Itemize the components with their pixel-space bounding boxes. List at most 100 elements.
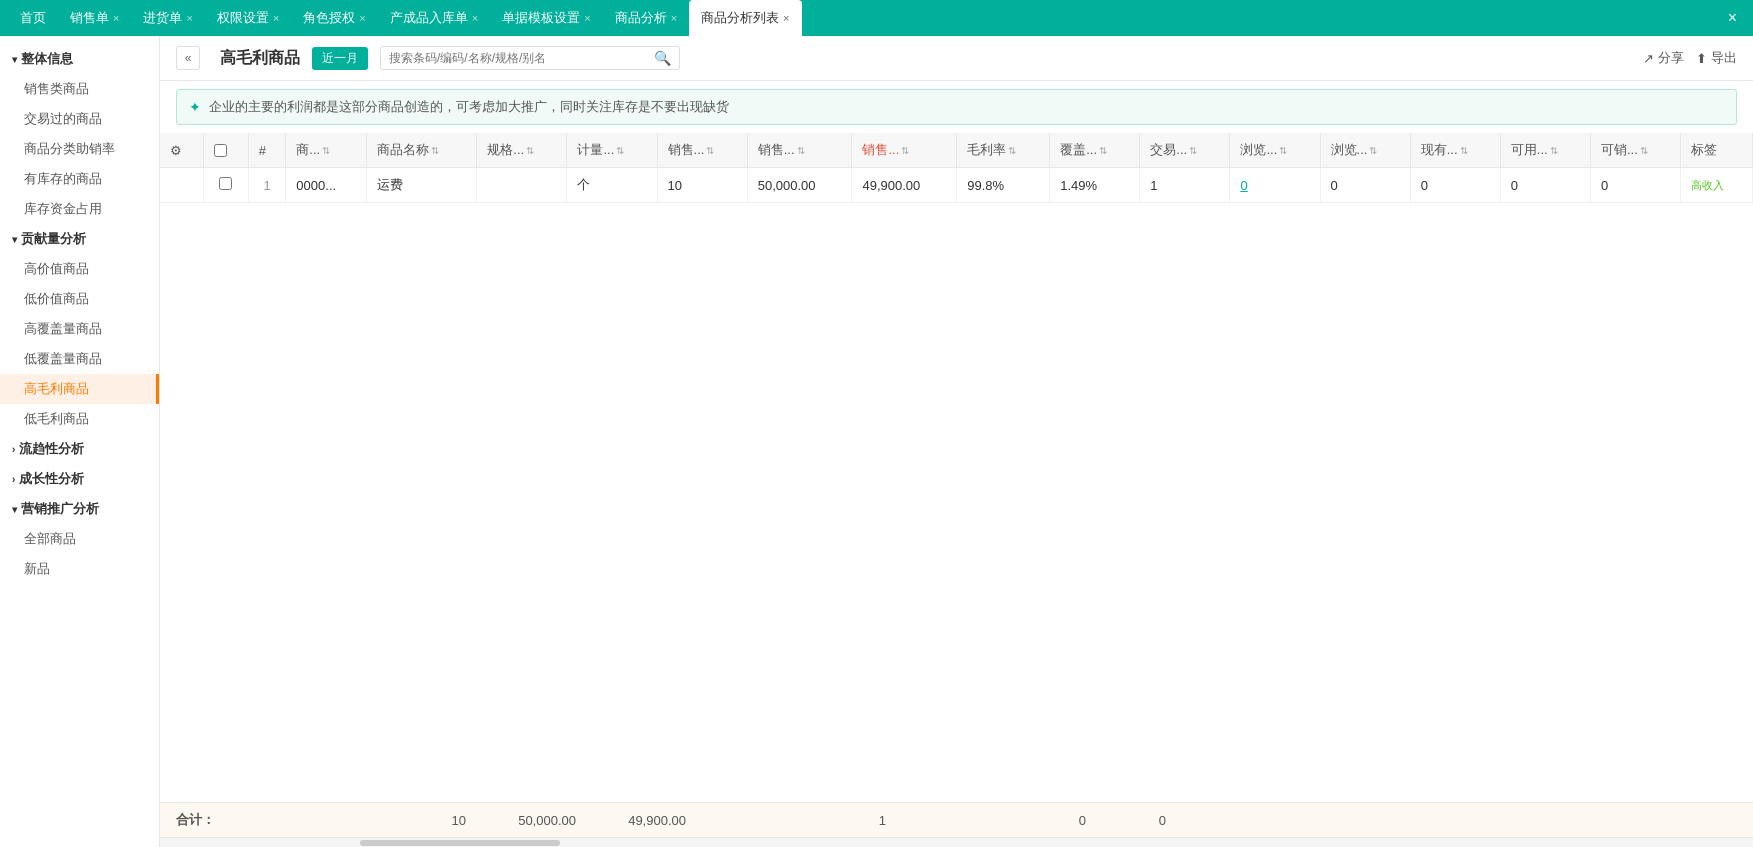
tab-analysis-list-close[interactable]: × (783, 12, 789, 24)
sort-icon-sales-qty: ⇅ (706, 145, 714, 156)
sort-icon-spec: ⇅ (526, 145, 534, 156)
col-available[interactable]: 可用...⇅ (1500, 133, 1590, 168)
col-unit[interactable]: 计量...⇅ (567, 133, 657, 168)
arrow-growth: › (12, 474, 15, 485)
row-settings (160, 168, 203, 203)
col-settings[interactable]: ⚙ (160, 133, 203, 168)
col-views2[interactable]: 浏览...⇅ (1320, 133, 1410, 168)
col-transactions[interactable]: 交易...⇅ (1140, 133, 1230, 168)
row-views2: 0 (1320, 168, 1410, 203)
collapse-sidebar-btn[interactable]: « (176, 46, 200, 70)
sort-icon-unit: ⇅ (616, 145, 624, 156)
export-button[interactable]: ⬆ 导出 (1696, 49, 1737, 67)
top-nav: 首页 销售单 × 进货单 × 权限设置 × 角色授权 × 产成品入库单 × 单据… (0, 0, 1753, 36)
row-code: 0000... (286, 168, 367, 203)
sort-icon-sales-profit: ⇅ (901, 145, 909, 156)
tab-permission[interactable]: 权限设置 × (205, 0, 291, 36)
tab-template[interactable]: 单据模板设置 × (490, 0, 602, 36)
row-tag: 高收入 (1681, 168, 1753, 203)
btn-recent[interactable]: 近一月 (312, 47, 368, 70)
row-gross-margin: 99.8% (957, 168, 1050, 203)
sort-icon-code: ⇅ (322, 145, 330, 156)
col-saleable[interactable]: 可销...⇅ (1590, 133, 1680, 168)
row-name: 运费 (367, 168, 477, 203)
sidebar-item-all-goods[interactable]: 全部商品 (0, 524, 159, 554)
sidebar-item-low-coverage[interactable]: 低覆盖量商品 (0, 344, 159, 374)
sidebar-item-sales-goods[interactable]: 销售类商品 (0, 74, 159, 104)
search-icon[interactable]: 🔍 (654, 50, 671, 66)
arrow-marketing: ▾ (12, 504, 17, 515)
tab-product-in[interactable]: 产成品入库单 × (378, 0, 490, 36)
row-stock: 0 (1410, 168, 1500, 203)
tab-purchase-close[interactable]: × (186, 12, 192, 24)
row-available: 0 (1500, 168, 1590, 203)
col-checkbox[interactable] (203, 133, 248, 168)
col-tag: 标签 (1681, 133, 1753, 168)
tab-purchase[interactable]: 进货单 × (131, 0, 204, 36)
sidebar-item-in-stock[interactable]: 有库存的商品 (0, 164, 159, 194)
sidebar-item-stock-capital[interactable]: 库存资金占用 (0, 194, 159, 224)
horizontal-scrollbar[interactable] (160, 837, 1753, 847)
col-coverage[interactable]: 覆盖...⇅ (1050, 133, 1140, 168)
tab-analysis-list[interactable]: 商品分析列表 × (689, 0, 801, 36)
footer-transactions: 1 (806, 813, 886, 828)
tab-role[interactable]: 角色授权 × (291, 0, 377, 36)
sidebar-item-low-value[interactable]: 低价值商品 (0, 284, 159, 314)
sort-icon-coverage: ⇅ (1099, 145, 1107, 156)
scrollbar-thumb[interactable] (360, 840, 560, 846)
sort-icon-gross-margin: ⇅ (1008, 145, 1016, 156)
footer-stock: 0 (1006, 813, 1086, 828)
sidebar-group-marketing[interactable]: ▾ 营销推广分析 (0, 494, 159, 524)
col-views1[interactable]: 浏览...⇅ (1230, 133, 1320, 168)
row-checkbox[interactable] (203, 168, 248, 203)
sidebar-group-growth[interactable]: › 成长性分析 (0, 464, 159, 494)
sidebar-group-general[interactable]: ▾ 整体信息 (0, 44, 159, 74)
row-sales-qty: 10 (657, 168, 747, 203)
arrow-general: ▾ (12, 54, 17, 65)
sidebar-item-low-margin[interactable]: 低毛利商品 (0, 404, 159, 434)
row-index: 1 (248, 168, 286, 203)
tab-home[interactable]: 首页 (8, 0, 58, 36)
col-code[interactable]: 商...⇅ (286, 133, 367, 168)
tab-permission-close[interactable]: × (273, 12, 279, 24)
info-icon: ✦ (189, 99, 201, 115)
col-stock[interactable]: 现有...⇅ (1410, 133, 1500, 168)
info-banner: ✦ 企业的主要的利润都是这部分商品创造的，可考虑加大推广，同时关注库存是不要出现… (176, 89, 1737, 125)
tab-role-close[interactable]: × (359, 12, 365, 24)
sidebar-item-high-coverage[interactable]: 高覆盖量商品 (0, 314, 159, 344)
footer-available: 0 (1086, 813, 1166, 828)
page-title: 高毛利商品 (220, 48, 300, 69)
sidebar-item-high-margin[interactable]: 高毛利商品 (0, 374, 159, 404)
col-name[interactable]: 商品名称⇅ (367, 133, 477, 168)
tab-sales-close[interactable]: × (113, 12, 119, 24)
search-input[interactable] (389, 51, 654, 65)
search-bar: 🔍 (380, 46, 680, 70)
tab-product-in-close[interactable]: × (472, 12, 478, 24)
share-icon: ↗ (1643, 51, 1654, 66)
sidebar-group-trend[interactable]: › 流趋性分析 (0, 434, 159, 464)
col-gross-margin[interactable]: 毛利率⇅ (957, 133, 1050, 168)
sidebar-item-traded-goods[interactable]: 交易过的商品 (0, 104, 159, 134)
col-sales-profit[interactable]: 销售...⇅ (852, 133, 957, 168)
tab-sales[interactable]: 销售单 × (58, 0, 131, 36)
col-sales-qty[interactable]: 销售...⇅ (657, 133, 747, 168)
select-all-checkbox[interactable] (214, 144, 227, 157)
row-views1: 0 (1230, 168, 1320, 203)
row-sales-amount: 50,000.00 (747, 168, 852, 203)
table-row: 1 0000... 运费 个 10 50,000.00 49,900.00 99… (160, 168, 1753, 203)
tab-analysis[interactable]: 商品分析 × (603, 0, 689, 36)
content-header: « 高毛利商品 近一月 🔍 ↗ 分享 ⬆ 导出 (160, 36, 1753, 81)
share-button[interactable]: ↗ 分享 (1643, 49, 1684, 67)
col-spec[interactable]: 规格...⇅ (477, 133, 567, 168)
sidebar-group-contribution[interactable]: ▾ 贡献量分析 (0, 224, 159, 254)
tab-template-close[interactable]: × (584, 12, 590, 24)
sort-icon-saleable: ⇅ (1640, 145, 1648, 156)
sidebar-item-high-value[interactable]: 高价值商品 (0, 254, 159, 284)
col-sales-amount[interactable]: 销售...⇅ (747, 133, 852, 168)
sidebar-item-new-goods[interactable]: 新品 (0, 554, 159, 584)
sidebar-item-category-rate[interactable]: 商品分类助销率 (0, 134, 159, 164)
tab-analysis-close[interactable]: × (671, 12, 677, 24)
sort-icon-transactions: ⇅ (1189, 145, 1197, 156)
row-coverage: 1.49% (1050, 168, 1140, 203)
nav-close-all[interactable]: × (1720, 9, 1745, 27)
